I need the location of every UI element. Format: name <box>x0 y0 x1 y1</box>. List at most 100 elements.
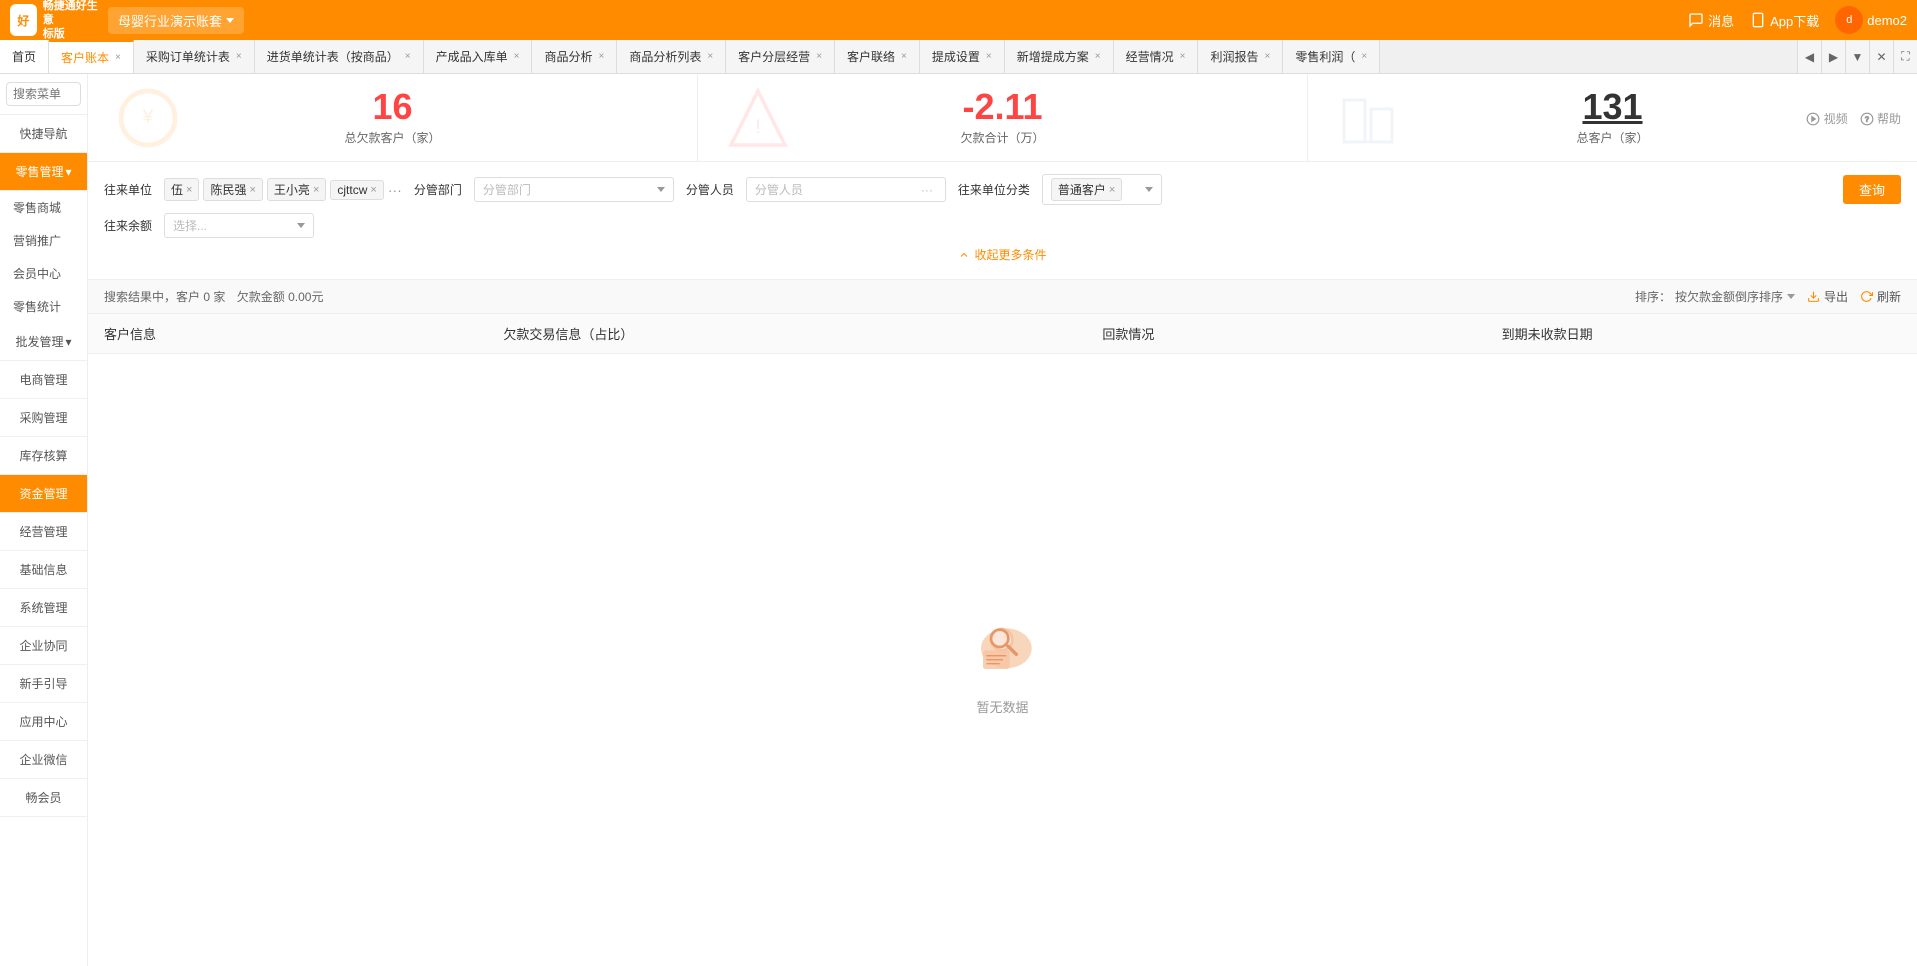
stat1-content: 16 总欠款客户（家） <box>344 89 440 146</box>
unit-tag-3-close[interactable]: × <box>370 184 376 196</box>
unit-filter-label: 往来单位 <box>104 181 152 198</box>
collapse-icon <box>958 249 970 261</box>
sidebar-item-ecommerce[interactable]: 电商管理 <box>0 361 87 399</box>
tab-profit-report[interactable]: 利润报告 × <box>1198 40 1283 74</box>
tab-promotion-settings[interactable]: 提成设置 × <box>920 40 1005 74</box>
tab-purchase-order[interactable]: 采购订单统计表 × <box>134 40 255 74</box>
person-filter-select[interactable]: 分管人员 ··· <box>746 177 946 202</box>
tab-expand-button[interactable]: ⛶ <box>1893 40 1917 74</box>
sidebar-item-marketing[interactable]: 营销推广 <box>0 224 87 257</box>
tab-accounts[interactable]: 客户账本 × <box>49 40 134 74</box>
tab-retail-profit[interactable]: 零售利润（ × <box>1283 40 1380 74</box>
unit-tag-1: 陈民强 × <box>203 178 262 201</box>
filter-area: 往来单位 伍 × 陈民强 × 王小亮 × <box>88 162 1917 280</box>
dept-filter-select[interactable]: 分管部门 <box>474 177 674 202</box>
unit-tag-1-close[interactable]: × <box>249 184 255 196</box>
category-filter-select[interactable]: 普通客户 × <box>1042 174 1162 205</box>
main-layout: 快捷导航 零售管理 ▾ 零售商城 营销推广 会员中心 零售统计 批发管理 ▾ <box>0 74 1917 966</box>
tab-next-button[interactable]: ▶ <box>1821 40 1845 74</box>
query-button[interactable]: 查询 <box>1843 175 1901 204</box>
tab-customer-tier[interactable]: 客户分层经营 × <box>726 40 835 74</box>
stat2-value: -2.11 <box>960 89 1044 125</box>
chevron-down-icon <box>226 18 234 23</box>
sidebar-item-retail-mall[interactable]: 零售商城 <box>0 191 87 224</box>
collapse-button[interactable]: 收起更多条件 <box>958 246 1046 263</box>
app-download-button[interactable]: App下载 <box>1750 11 1819 30</box>
sidebar-item-wechat[interactable]: 企业微信 <box>0 741 87 779</box>
tab-close-customer-contact[interactable]: × <box>901 51 907 62</box>
stat3-value: 131 <box>1576 89 1648 125</box>
user-menu[interactable]: d demo2 <box>1835 6 1907 34</box>
more-unit-tags[interactable]: ··· <box>388 182 402 198</box>
dept-chevron-icon <box>657 187 665 192</box>
sidebar-item-appstore[interactable]: 应用中心 <box>0 703 87 741</box>
refresh-button[interactable]: 刷新 <box>1860 288 1901 305</box>
stat1-value: 16 <box>344 89 440 125</box>
person-filter-label: 分管人员 <box>686 181 734 198</box>
sidebar-item-member-center[interactable]: 会员中心 <box>0 257 87 290</box>
tab-close-purchase-order[interactable]: × <box>236 51 242 62</box>
category-filter-label: 往来单位分类 <box>958 181 1030 198</box>
sidebar-item-enterprise[interactable]: 企业协同 <box>0 627 87 665</box>
tab-product-stock[interactable]: 产成品入库单 × <box>424 40 533 74</box>
results-actions: 排序： 按欠款金额倒序排序 导出 刷新 <box>1635 288 1901 305</box>
video-help-link[interactable]: 视频 <box>1806 110 1847 127</box>
tab-new-scheme[interactable]: 新增提成方案 × <box>1005 40 1114 74</box>
tab-operations[interactable]: 经营情况 × <box>1114 40 1199 74</box>
tab-more-button[interactable]: ▼ <box>1845 40 1869 74</box>
sidebar-item-purchase[interactable]: 采购管理 <box>0 399 87 437</box>
search-input[interactable] <box>6 82 81 106</box>
category-tag-0-close[interactable]: × <box>1109 184 1115 196</box>
unit-tag-2-close[interactable]: × <box>313 184 319 196</box>
chevron-right-icon: ▾ <box>65 335 71 349</box>
sidebar-item-retail-mgmt[interactable]: 零售管理 ▾ <box>0 153 87 191</box>
tab-close-all-button[interactable]: ✕ <box>1869 40 1893 74</box>
sidebar-item-newuser[interactable]: 新手引导 <box>0 665 87 703</box>
message-button[interactable]: 消息 <box>1688 11 1734 30</box>
tab-close-product-stock[interactable]: × <box>514 51 520 62</box>
sidebar-item-operations[interactable]: 经营管理 <box>0 513 87 551</box>
tab-close-accounts[interactable]: × <box>115 52 121 63</box>
sidebar-item-retail-stats[interactable]: 零售统计 <box>0 290 87 323</box>
tab-close-operations[interactable]: × <box>1180 51 1186 62</box>
category-tag-0: 普通客户 × <box>1051 178 1122 201</box>
sidebar-item-inventory[interactable]: 库存核算 <box>0 437 87 475</box>
sidebar-item-finance[interactable]: 资金管理 <box>0 475 87 513</box>
person-filter-more: ··· <box>921 183 933 197</box>
tab-prev-button[interactable]: ◀ <box>1797 40 1821 74</box>
tab-close-retail-profit[interactable]: × <box>1361 51 1367 62</box>
tab-purchase-stat[interactable]: 进货单统计表（按商品） × <box>255 40 424 74</box>
tab-close-customer-tier[interactable]: × <box>816 51 822 62</box>
sidebar-item-system[interactable]: 系统管理 <box>0 589 87 627</box>
tab-close-goods-analysis-list[interactable]: × <box>707 51 713 62</box>
help-link[interactable]: ? 帮助 <box>1860 110 1901 127</box>
account-dropdown[interactable]: 母婴行业演示账套 <box>108 7 244 34</box>
tab-goods-analysis[interactable]: 商品分析 × <box>532 40 617 74</box>
stat2-content: -2.11 欠款合计（万） <box>960 89 1044 146</box>
tab-close-profit-report[interactable]: × <box>1264 51 1270 62</box>
tab-goods-analysis-list[interactable]: 商品分析列表 × <box>617 40 726 74</box>
sort-select[interactable]: 排序： 按欠款金额倒序排序 <box>1635 288 1795 305</box>
sidebar-item-vip[interactable]: 畅会员 <box>0 779 87 817</box>
category-filter-tags: 普通客户 × <box>1051 178 1141 201</box>
top-right: 消息 App下载 d demo2 <box>1688 6 1907 34</box>
tab-close-goods-analysis[interactable]: × <box>598 51 604 62</box>
nav-arrows: ◀ ▶ ▼ ✕ ⛶ <box>1797 40 1917 74</box>
tab-close-purchase-stat[interactable]: × <box>405 51 411 62</box>
sidebar-item-basics[interactable]: 基础信息 <box>0 551 87 589</box>
tab-close-new-scheme[interactable]: × <box>1095 51 1101 62</box>
export-icon <box>1807 290 1820 303</box>
help-icon: ? <box>1860 112 1874 126</box>
tab-home[interactable]: 首页 <box>0 40 49 74</box>
balance-filter-label: 往来余额 <box>104 217 152 234</box>
tab-close-promotion-settings[interactable]: × <box>986 51 992 62</box>
top-bar: 好 畅捷通好生意 标版 母婴行业演示账套 消息 App下载 d de <box>0 0 1917 40</box>
results-bar: 搜索结果中，客户 0 家 欠款金额 0.00元 排序： 按欠款金额倒序排序 导出 <box>88 280 1917 314</box>
sidebar-item-wholesale-mgmt[interactable]: 批发管理 ▾ <box>0 323 87 361</box>
sidebar-item-quick-nav[interactable]: 快捷导航 <box>0 115 87 153</box>
balance-filter-select[interactable]: 选择... <box>164 213 314 238</box>
unit-tag-0-close[interactable]: × <box>186 184 192 196</box>
stat-block-debt: ! -2.11 欠款合计（万） <box>697 74 1307 162</box>
export-button[interactable]: 导出 <box>1807 288 1848 305</box>
tab-customer-contact[interactable]: 客户联络 × <box>835 40 920 74</box>
